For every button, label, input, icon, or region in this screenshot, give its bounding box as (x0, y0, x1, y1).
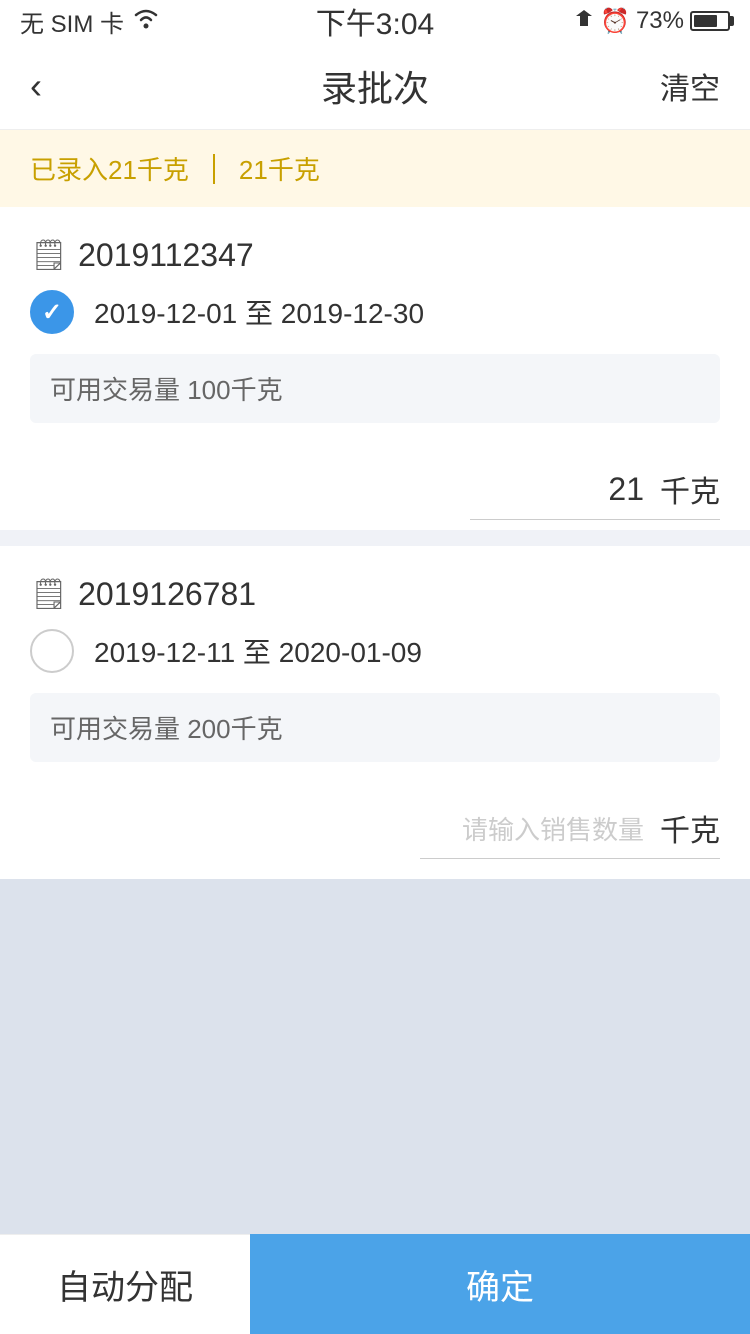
separator-1 (0, 530, 750, 546)
battery-icon (690, 11, 730, 31)
batch-2-id-row: 🗒 2019126781 (30, 576, 720, 613)
batch-2-icon: 🗒 (30, 577, 68, 612)
alarm-icon: ⏰ (600, 7, 630, 36)
batch-2-availability: 可用交易量 200千克 (30, 693, 720, 762)
back-button[interactable]: ‹ (30, 65, 90, 107)
batch-1-date: 2019-12-01 至 2019-12-30 (94, 292, 424, 332)
carrier-label: 无 SIM 卡 (20, 4, 124, 39)
batch-2-radio[interactable] (30, 629, 74, 673)
summary-divider (213, 154, 215, 184)
status-left: 无 SIM 卡 (20, 4, 160, 39)
batch-2-unit: 千克 (660, 806, 720, 850)
batch-1-date-row[interactable]: 2019-12-01 至 2019-12-30 (30, 290, 720, 334)
status-right: ⏰ 73% (574, 7, 730, 36)
batch-2-date-row[interactable]: 2019-12-11 至 2020-01-09 (30, 629, 720, 673)
page-title: 录批次 (321, 60, 429, 112)
batch-1-unit: 千克 (660, 467, 720, 511)
batch-1-icon: 🗒 (30, 238, 68, 273)
location-icon (574, 7, 594, 35)
summary-banner: 已录入21千克 21千克 (0, 130, 750, 207)
battery-percentage: 73% (636, 7, 684, 35)
clear-button[interactable]: 清空 (660, 64, 720, 108)
batch-1-id: 2019112347 (78, 237, 254, 274)
batch-2-input-row: 请输入销售数量 千克 (0, 786, 750, 879)
confirm-button[interactable]: 确定 (250, 1234, 750, 1334)
batch-1-availability: 可用交易量 100千克 (30, 354, 720, 423)
summary-value: 21千克 (239, 150, 320, 187)
auto-distribute-button[interactable]: 自动分配 (0, 1234, 250, 1334)
batch-1-qty-wrap: 21 千克 (470, 467, 720, 520)
status-bar: 无 SIM 卡 下午3:04 ⏰ 73% (0, 0, 750, 42)
gray-fill-area (0, 879, 750, 1234)
batch-1-radio[interactable] (30, 290, 74, 334)
bottom-buttons: 自动分配 确定 (0, 1234, 750, 1334)
nav-bar: ‹ 录批次 清空 (0, 42, 750, 130)
batch-2-card: 🗒 2019126781 2019-12-11 至 2020-01-09 可用交… (0, 546, 750, 879)
batch-2-placeholder: 请输入销售数量 (462, 810, 644, 847)
content-area: 🗒 2019112347 2019-12-01 至 2019-12-30 可用交… (0, 207, 750, 1334)
batch-1-id-row: 🗒 2019112347 (30, 237, 720, 274)
batch-2-date: 2019-12-11 至 2020-01-09 (94, 631, 422, 671)
batch-1-quantity: 21 (608, 471, 644, 508)
batch-1-card: 🗒 2019112347 2019-12-01 至 2019-12-30 可用交… (0, 207, 750, 530)
batch-2-id: 2019126781 (78, 576, 256, 613)
batch-1-quantity-row: 21 千克 (0, 447, 750, 530)
time-display: 下午3:04 (316, 0, 434, 43)
wifi-icon (132, 7, 160, 36)
recorded-label: 已录入21千克 (30, 150, 189, 187)
